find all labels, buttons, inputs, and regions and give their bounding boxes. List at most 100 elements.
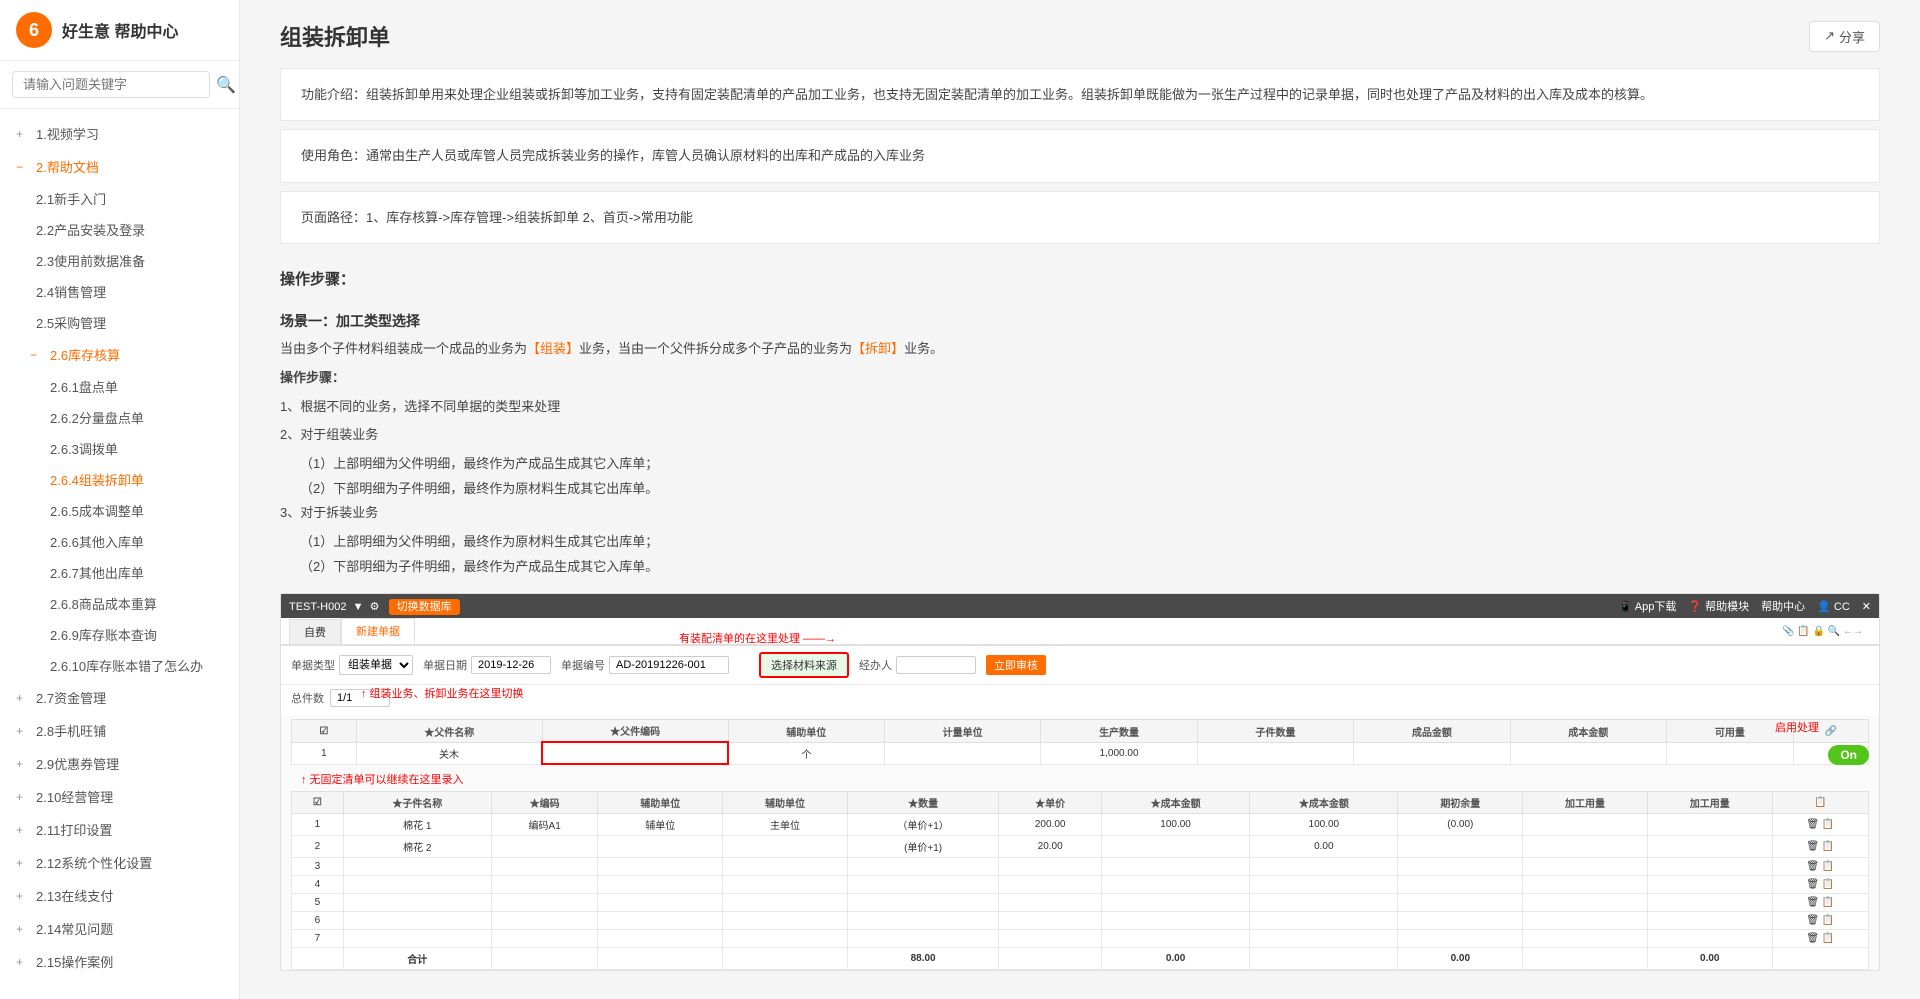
sim-child-table: ☑ ★子件名称 ★编码 辅助单位 辅助单位 ★数量 ★单价 ★成本金额 ★成本金… [291,791,1869,970]
td-check-1: 1 [292,742,357,764]
step-3-1: （1）上部明细为父件明细，最终作为原材料生成其它出库单； [300,530,1880,555]
intro-block-2: 使用角色：通常由生产人员或库管人员完成拆装业务的操作，库管人员确认原材料的出库和… [280,129,1880,182]
ops-section-title: 操作步骤： [280,268,1880,289]
sim-titlebar: TEST-H002 ▼ ⚙ 切换数据库 📱 App下载 ❓ 帮助模块 帮助中心 … [281,594,1879,618]
plus-icon-2-13: + [16,889,30,903]
plus-icon-2-8: + [16,724,30,738]
nav-sub-item-2-2[interactable]: 2.2产品安装及登录 [0,214,239,245]
scene-1-title: 场景一：加工类型选择 [280,311,1880,331]
annotation-enable: 启用处理 [1775,719,1819,735]
td-parent-prodqty-1: 1,000.00 [1041,742,1197,764]
main-content: 组装拆卸单 ↗ 分享 功能介绍：组装拆卸单用来处理企业组装或拆卸等加工业务，支持… [240,0,1920,999]
td-parent-avail-1 [1666,742,1793,764]
sim-form-area: 单据类型 组装单据 拆卸单据 单据日期 单据编号 [281,646,1879,685]
annotation-switch: ↑ 组装业务、拆卸业务在这里切换 [361,685,524,701]
plus-icon-2-15: + [16,955,30,969]
nav-sub-item-2-1[interactable]: 2.1新手入门 [0,183,239,214]
sim-child-table-footer: 合计 88.00 0.00 0.00 0.00 [292,948,1869,970]
td-parent-aux-1: 个 [728,742,884,764]
sim-confirm-btn[interactable]: 立即审核 [986,655,1046,675]
nav-label-2-15: 2.15操作案例 [36,952,113,971]
sim-bom-button[interactable]: 选择材料来源 [759,652,849,678]
th-c-price: ★单价 [999,792,1102,814]
nav-sub-item-2-6-10[interactable]: 2.6.10库存账本错了怎么办 [0,650,239,681]
steps-label: 操作步骤： [280,366,1880,391]
sim-child-table-header: ☑ ★子件名称 ★编码 辅助单位 辅助单位 ★数量 ★单价 ★成本金额 ★成本金… [292,792,1869,814]
search-box: 🔍 [0,61,239,109]
sim-switch-btn[interactable]: 切换数据库 [389,599,460,615]
nav-label-docs: 2.帮助文档 [36,157,99,176]
sim-date-input[interactable] [471,656,551,674]
sim-type-label: 单据类型 [291,657,335,673]
nav-item-docs[interactable]: − 2.帮助文档 2.1新手入门 2.2产品安装及登录 2.3使用前数据准备 2… [0,150,239,978]
step-2-2: （2）下部明细为子件明细，最终作为原材料生成其它出库单。 [300,477,1880,502]
highlight-disassembly: 【拆卸】 [852,341,904,356]
th-parent-name: ★父件名称 [356,720,542,743]
sim-parent-row-1: 1 关木 个 1,000.00 [292,742,1869,764]
nav-sub-item-2-3[interactable]: 2.3使用前数据准备 [0,245,239,276]
plus-icon: + [16,127,30,141]
nav-sub-item-2-6-6[interactable]: 2.6.6其他入库单 [0,526,239,557]
sim-tab-new[interactable]: 新建单据 [341,618,415,644]
td-parent-prodamt-1 [1354,742,1510,764]
share-button[interactable]: ↗ 分享 [1809,21,1880,52]
nav-sub-item-2-6-2[interactable]: 2.6.2分量盘点单 [0,402,239,433]
th-check: ☑ [292,720,357,743]
th-c-aux2: 辅助单位 [723,792,848,814]
th-parent-code: ★父件编码 [542,720,728,743]
sim-number-label: 单据编号 [561,657,605,673]
sim-user: 👤 CC [1817,600,1850,613]
nav-sub-item-2-6-1[interactable]: 2.6.1盘点单 [0,371,239,402]
sim-tabs: 自费 新建单据 📎 📋 🔒 🔍 ←→ [281,618,1879,646]
sim-type-select[interactable]: 组装单据 拆卸单据 [339,655,413,675]
td-parent-code-1 [542,742,728,764]
sim-help-module: ❓ 帮助模块 [1688,598,1749,614]
nav-sub-item-2-6-4[interactable]: 2.6.4组装拆卸单 [0,464,239,495]
plus-icon-2-7: + [16,691,30,705]
sim-operator-label: 经办人 [859,657,892,673]
nav-sub-item-2-6-3[interactable]: 2.6.3调拨单 [0,433,239,464]
search-input[interactable] [12,71,210,98]
nav-label-2-13: 2.13在线支付 [36,886,113,905]
th-c-code: ★编码 [491,792,597,814]
nav-sub-item-2-6-7[interactable]: 2.6.7其他出库单 [0,557,239,588]
th-c-init: 期初余量 [1398,792,1523,814]
sim-child-row-7: 7🗑 📋 [292,930,1869,948]
sim-operator-input[interactable] [896,656,976,674]
step-3-2: （2）下部明细为子件明细，最终作为产成品生成其它入库单。 [300,555,1880,580]
th-c-aux1: 辅助单位 [598,792,723,814]
plus-icon-2-9: + [16,757,30,771]
brand-name: 好生意 帮助中心 [62,18,178,42]
sim-child-row-5: 5🗑 📋 [292,894,1869,912]
sim-number-input[interactable] [609,656,729,674]
step-3-text: 3、对于拆装业务 [280,501,1880,526]
th-c-name: ★子件名称 [343,792,491,814]
th-c-check: ☑ [292,792,344,814]
plus-icon-2-12: + [16,856,30,870]
td-parent-unit-1 [884,742,1040,764]
nav-sub-item-2-5[interactable]: 2.5采购管理 [0,307,239,338]
content-body: 功能介绍：组装拆卸单用来处理企业组装或拆卸等加工业务，支持有固定装配清单的产品加… [240,68,1920,999]
nav-sub-item-2-6-8[interactable]: 2.6.8商品成本重算 [0,588,239,619]
sim-sub-count-label: 总件数 [291,690,324,706]
step-1-text: 1、根据不同的业务，选择不同单据的类型来处理 [280,395,1880,420]
sim-child-row-1: 1 棉花 1 编码A1 辅单位 主单位 （单价+1） 200.00 100.00… [292,814,1869,836]
step-2-text: 2、对于组装业务 [280,423,1880,448]
nav-sub-item-2-4[interactable]: 2.4销售管理 [0,276,239,307]
search-button[interactable]: 🔍 [216,75,236,95]
th-c-qty: ★数量 [847,792,999,814]
scene-1-intro: 当由多个子件材料组装成一个成品的业务为【组装】业务，当由一个父件拆分成多个子产品… [280,337,1880,362]
nav-sub-item-2-6-9[interactable]: 2.6.9库存账本查询 [0,619,239,650]
intro-block-3: 页面路径：1、库存核算->库存管理->组装拆卸单 2、首页->常用功能 [280,191,1880,244]
nav-label-2-12: 2.12系统个性化设置 [36,853,152,872]
sim-close-icon[interactable]: ✕ [1862,600,1871,613]
nav-label-2-14: 2.14常见问题 [36,919,113,938]
screenshot-inner: TEST-H002 ▼ ⚙ 切换数据库 📱 App下载 ❓ 帮助模块 帮助中心 … [281,594,1879,970]
th-parent-aux: 辅助单位 [728,720,884,743]
minus-icon-docs: − [16,160,30,174]
nav-sub-item-2-6-5[interactable]: 2.6.5成本调整单 [0,495,239,526]
nav-item-video[interactable]: + 1.视频学习 [0,117,239,150]
share-icon: ↗ [1824,28,1835,44]
plus-icon-2-10: + [16,790,30,804]
sim-tab-zifei[interactable]: 自费 [289,619,341,644]
